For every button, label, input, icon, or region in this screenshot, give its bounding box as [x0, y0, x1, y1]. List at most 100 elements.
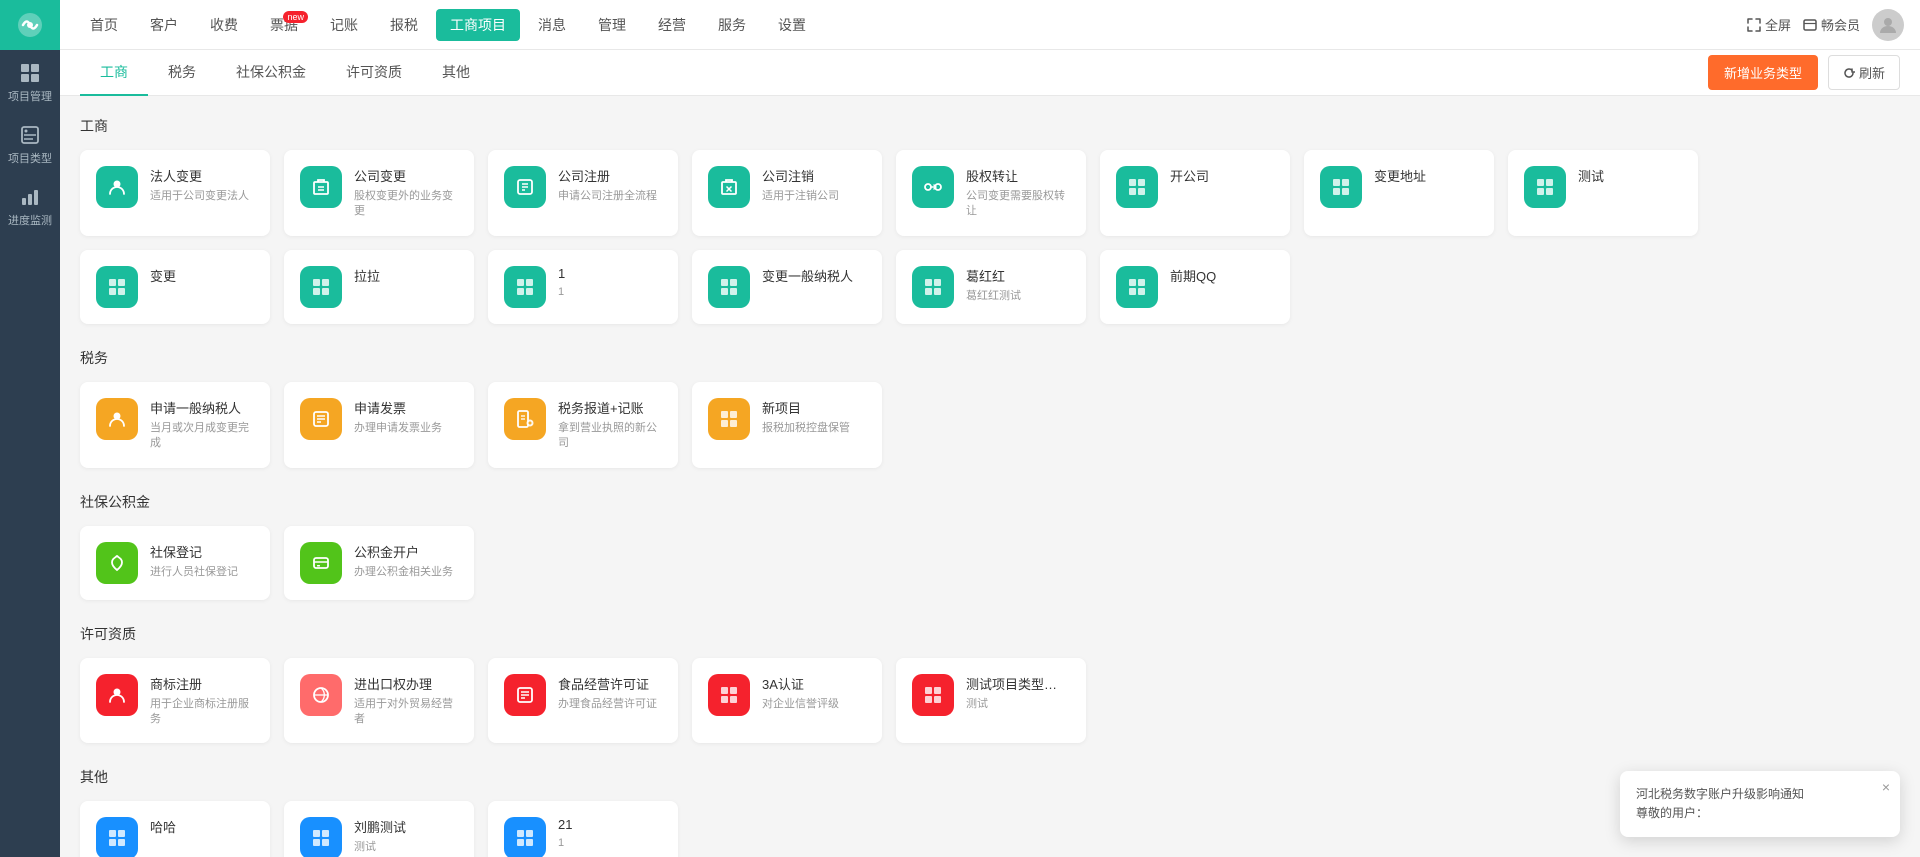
- card-desc-equity-transfer: 公司变更需要股权转让: [966, 189, 1070, 220]
- card-test-type[interactable]: 测试项目类型目定义 测试: [896, 658, 1086, 744]
- nav-service[interactable]: 服务: [704, 9, 760, 41]
- card-title-tax-report: 税务报道+记账: [558, 398, 662, 417]
- nav-customer[interactable]: 客户: [136, 9, 192, 41]
- card-change-address[interactable]: 变更地址: [1304, 150, 1494, 236]
- card-apply-invoice[interactable]: 申请发票 办理申请发票业务: [284, 382, 474, 468]
- card-title-social-register: 社保登记: [150, 542, 254, 561]
- card-content-test-type: 测试项目类型目定义 测试: [966, 674, 1070, 712]
- page-scroll[interactable]: 工商 法人变更 适用于公司变更法人 公司变更: [60, 96, 1920, 857]
- cards-grid-shebao: 社保登记 进行人员社保登记 公积金开户 办理公积金相关业务: [80, 526, 1900, 600]
- tab-other[interactable]: 其他: [422, 50, 490, 96]
- card-title-lala: 拉拉: [354, 266, 458, 285]
- card-content-new-project: 新项目 报税加税控盘保管: [762, 398, 866, 436]
- card-title-new-project: 新项目: [762, 398, 866, 417]
- card-company-cancel[interactable]: 公司注销 适用于注销公司: [692, 150, 882, 236]
- card-icon-trademark: [96, 674, 138, 716]
- tab-shebao[interactable]: 社保公积金: [216, 50, 326, 96]
- card-icon-company-register: [504, 166, 546, 208]
- grid-icon: [19, 62, 41, 84]
- tabs-bar: 工商 税务 社保公积金 许可资质 其他 新增业务类型 刷新: [60, 50, 1920, 96]
- topnav-right: 全屏 畅会员: [1747, 9, 1904, 41]
- card-import-export[interactable]: 进出口权办理 适用于对外贸易经营者: [284, 658, 474, 744]
- nav-manage[interactable]: 管理: [584, 9, 640, 41]
- card-icon-test: [1524, 166, 1566, 208]
- card-social-register[interactable]: 社保登记 进行人员社保登记: [80, 526, 270, 600]
- card-title-change: 变更: [150, 266, 254, 285]
- card-title-one: 1: [558, 266, 662, 281]
- card-fund-account[interactable]: 公积金开户 办理公积金相关业务: [284, 526, 474, 600]
- fullscreen-btn[interactable]: 全屏: [1747, 15, 1791, 34]
- nav-settings[interactable]: 设置: [764, 9, 820, 41]
- refresh-icon: [1843, 67, 1855, 79]
- card-content-trademark: 商标注册 用于企业商标注册服务: [150, 674, 254, 728]
- card-icon-equity-transfer: [912, 166, 954, 208]
- card-desc-one: 1: [558, 285, 662, 300]
- new-business-type-button[interactable]: 新增业务类型: [1708, 55, 1818, 90]
- card-icon-twenty-one: [504, 817, 546, 857]
- nav-ticket[interactable]: 票据 new: [256, 9, 312, 41]
- card-liupeng-test[interactable]: 刘鹏测试 测试: [284, 801, 474, 857]
- tab-shuiwu[interactable]: 税务: [148, 50, 216, 96]
- section-title-xuke: 许可资质: [80, 624, 1900, 644]
- card-icon-qianqiqq: [1116, 266, 1158, 308]
- sidebar-item-progress-monitor[interactable]: 进度监测: [0, 174, 60, 236]
- card-twenty-one[interactable]: 21 1: [488, 801, 678, 857]
- card-trademark[interactable]: 商标注册 用于企业商标注册服务: [80, 658, 270, 744]
- card-company-register[interactable]: 公司注册 申请公司注册全流程: [488, 150, 678, 236]
- card-tax-report[interactable]: 税务报道+记账 拿到营业执照的新公司: [488, 382, 678, 468]
- chart-icon: [19, 186, 41, 208]
- card-desc-fund-account: 办理公积金相关业务: [354, 565, 458, 580]
- sidebar-logo[interactable]: [0, 0, 60, 50]
- card-3a-cert[interactable]: 3A认证 对企业信誉评级: [692, 658, 882, 744]
- section-title-shebao: 社保公积金: [80, 492, 1900, 512]
- card-icon-company-change: [300, 166, 342, 208]
- card-content-company-register: 公司注册 申请公司注册全流程: [558, 166, 662, 204]
- card-content-food-permit: 食品经营许可证 办理食品经营许可证: [558, 674, 662, 712]
- card-desc-3a-cert: 对企业信誉评级: [762, 697, 866, 712]
- card-icon-haha: [96, 817, 138, 857]
- card-one[interactable]: 1 1: [488, 250, 678, 324]
- notification-close-button[interactable]: ×: [1882, 779, 1890, 795]
- card-open-company[interactable]: 开公司: [1100, 150, 1290, 236]
- card-lala[interactable]: 拉拉: [284, 250, 474, 324]
- card-icon-change-taxpayer: [708, 266, 750, 308]
- card-icon-one: [504, 266, 546, 308]
- card-desc-legal-change: 适用于公司变更法人: [150, 189, 254, 204]
- notification-text: 河北税务数字账户升级影响通知尊敬的用户：: [1636, 785, 1884, 823]
- card-new-project[interactable]: 新项目 报税加税控盘保管: [692, 382, 882, 468]
- tab-xuke[interactable]: 许可资质: [326, 50, 422, 96]
- member-btn[interactable]: 畅会员: [1803, 15, 1860, 34]
- nav-account[interactable]: 记账: [316, 9, 372, 41]
- ticket-badge: new: [283, 11, 308, 23]
- card-food-permit[interactable]: 食品经营许可证 办理食品经营许可证: [488, 658, 678, 744]
- card-title-company-register: 公司注册: [558, 166, 662, 185]
- sidebar-item-project-manage[interactable]: 项目管理: [0, 50, 60, 112]
- user-avatar[interactable]: [1872, 9, 1904, 41]
- card-title-company-cancel: 公司注销: [762, 166, 866, 185]
- nav-operation[interactable]: 经营: [644, 9, 700, 41]
- sidebar-item-project-type[interactable]: 项目类型: [0, 112, 60, 174]
- nav-message[interactable]: 消息: [524, 9, 580, 41]
- card-change-taxpayer[interactable]: 变更一般纳税人: [692, 250, 882, 324]
- card-test[interactable]: 测试: [1508, 150, 1698, 236]
- refresh-button[interactable]: 刷新: [1828, 55, 1900, 90]
- card-legal-change[interactable]: 法人变更 适用于公司变更法人: [80, 150, 270, 236]
- main-container: 首页 客户 收费 票据 new 记账 报税 工商项目 消息 管理 经营 服务 设…: [60, 0, 1920, 857]
- card-content-company-cancel: 公司注销 适用于注销公司: [762, 166, 866, 204]
- nav-bizproject[interactable]: 工商项目: [436, 9, 520, 41]
- card-change[interactable]: 变更: [80, 250, 270, 324]
- card-haha[interactable]: 哈哈: [80, 801, 270, 857]
- card-qianqiqq[interactable]: 前期QQ: [1100, 250, 1290, 324]
- card-mohonghong[interactable]: 葛红红 葛红红测试: [896, 250, 1086, 324]
- avatar-icon: [1878, 15, 1898, 35]
- tab-gongshang[interactable]: 工商: [80, 50, 148, 96]
- card-title-legal-change: 法人变更: [150, 166, 254, 185]
- nav-tax[interactable]: 报税: [376, 9, 432, 41]
- nav-billing[interactable]: 收费: [196, 9, 252, 41]
- card-company-change[interactable]: 公司变更 股权变更外的业务变更: [284, 150, 474, 236]
- nav-home[interactable]: 首页: [76, 9, 132, 41]
- card-equity-transfer[interactable]: 股权转让 公司变更需要股权转让: [896, 150, 1086, 236]
- card-apply-taxpayer[interactable]: 申请一般纳税人 当月或次月成变更完成: [80, 382, 270, 468]
- card-content-liupeng-test: 刘鹏测试 测试: [354, 817, 458, 855]
- card-desc-twenty-one: 1: [558, 836, 662, 851]
